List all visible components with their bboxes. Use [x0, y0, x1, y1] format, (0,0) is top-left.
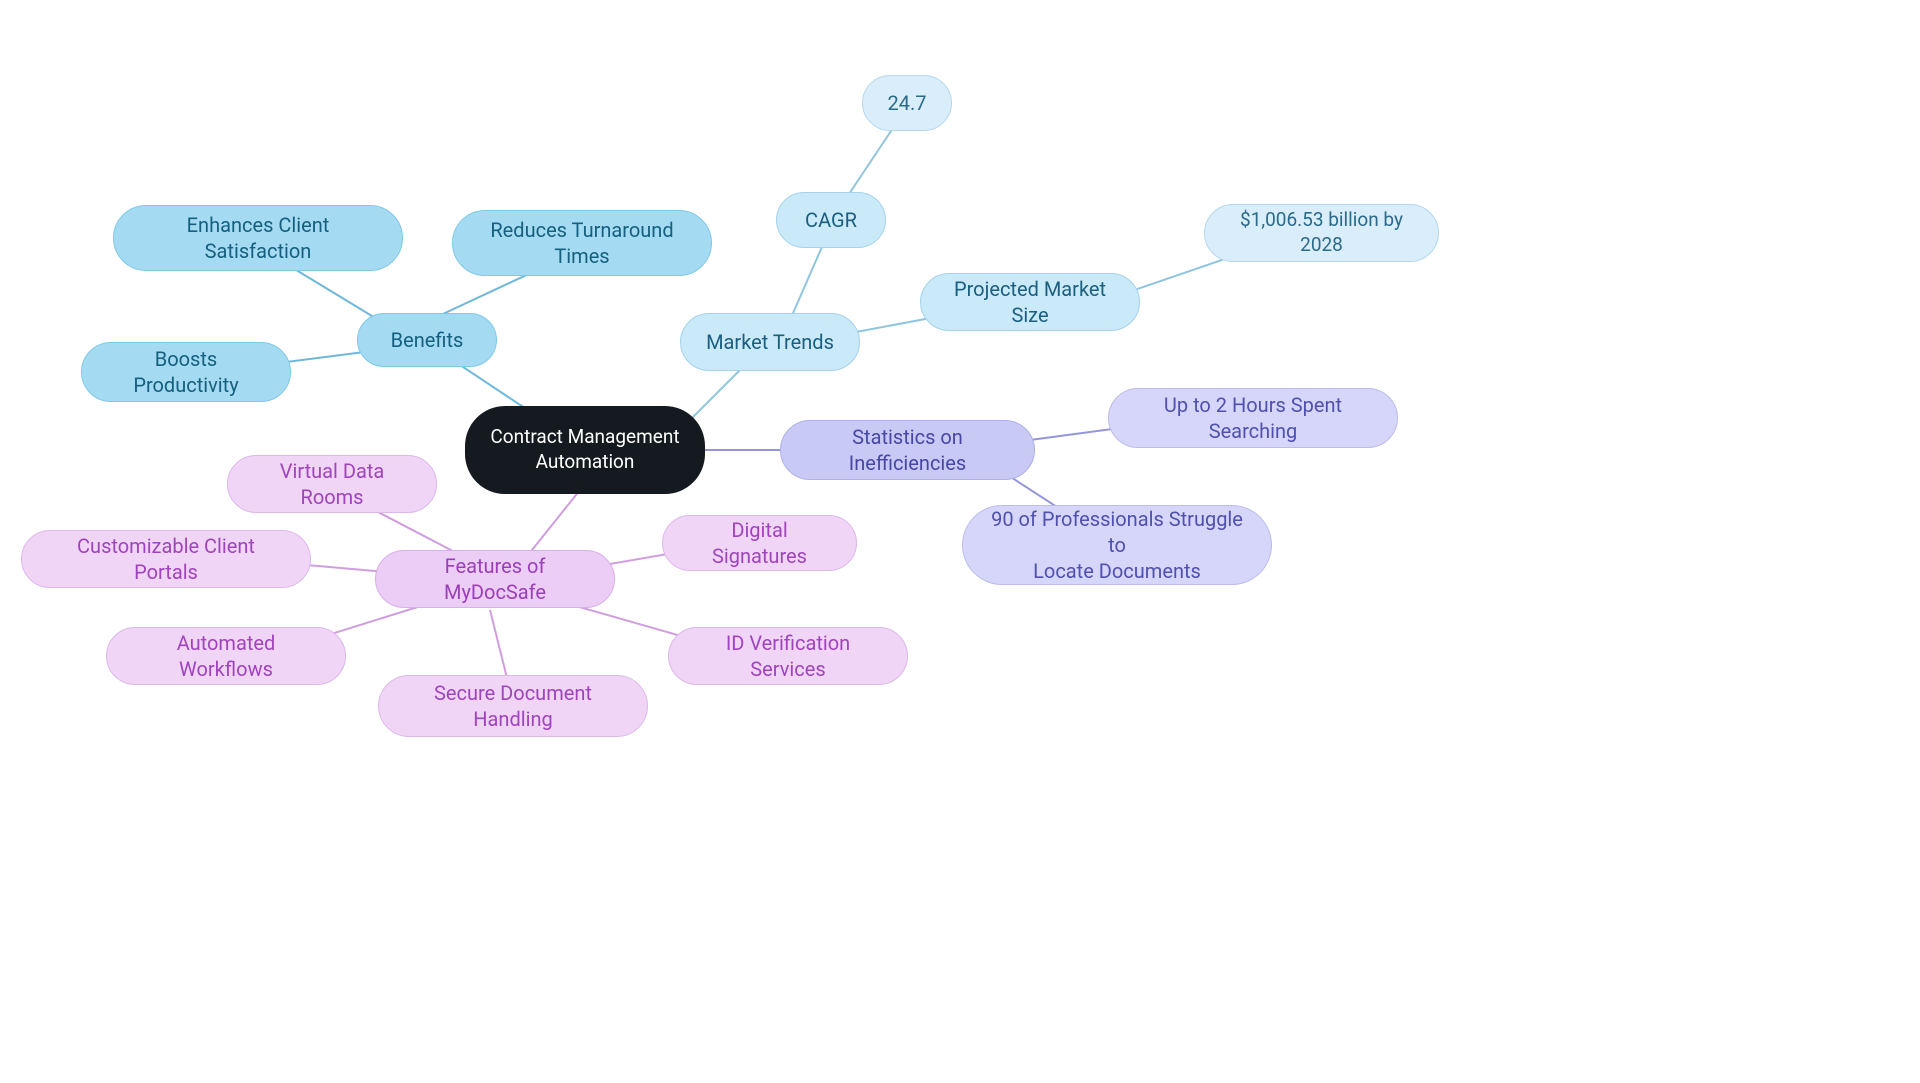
node-features[interactable]: Features of MyDocSafe [375, 550, 615, 608]
node-feature-vdr[interactable]: Virtual Data Rooms [227, 455, 437, 513]
node-stats-hours[interactable]: Up to 2 Hours Spent Searching [1108, 388, 1398, 448]
node-market-size[interactable]: Projected Market Size [920, 273, 1140, 331]
node-benefits[interactable]: Benefits [357, 313, 497, 367]
node-feature-idver[interactable]: ID Verification Services [668, 627, 908, 685]
node-market-cagr-value[interactable]: 24.7 [862, 75, 952, 131]
node-feature-workflows[interactable]: Automated Workflows [106, 627, 346, 685]
node-center[interactable]: Contract Management Automation [465, 406, 705, 494]
node-stats-90pct[interactable]: 90 of Professionals Struggle to Locate D… [962, 505, 1272, 585]
node-market-trends[interactable]: Market Trends [680, 313, 860, 371]
mindmap-canvas: Contract Management Automation Benefits … [0, 0, 1920, 1083]
node-statistics[interactable]: Statistics on Inefficiencies [780, 420, 1035, 480]
node-feature-portals[interactable]: Customizable Client Portals [21, 530, 311, 588]
node-market-size-value[interactable]: $1,006.53 billion by 2028 [1204, 204, 1439, 262]
node-feature-sigs[interactable]: Digital Signatures [662, 515, 857, 571]
node-benefits-client-satisfaction[interactable]: Enhances Client Satisfaction [113, 205, 403, 271]
node-benefits-productivity[interactable]: Boosts Productivity [81, 342, 291, 402]
node-market-cagr[interactable]: CAGR [776, 192, 886, 248]
node-benefits-turnaround[interactable]: Reduces Turnaround Times [452, 210, 712, 276]
node-feature-secure[interactable]: Secure Document Handling [378, 675, 648, 737]
